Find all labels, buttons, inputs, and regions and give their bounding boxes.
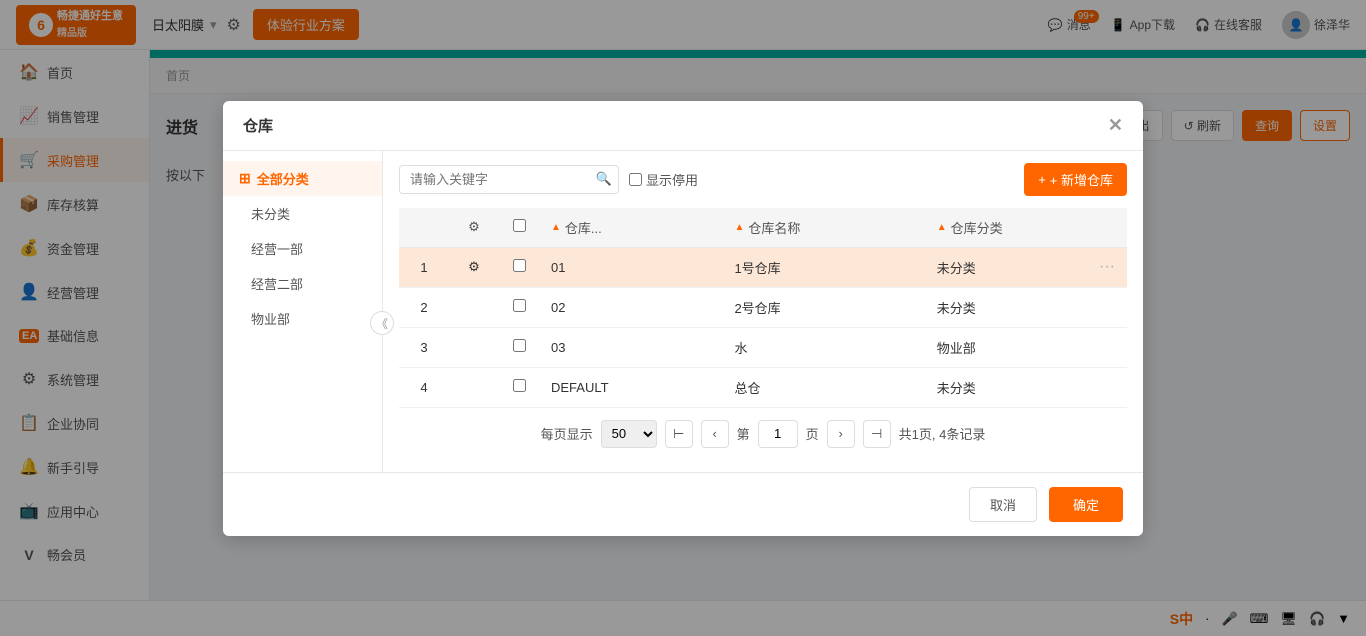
show-disabled-label: 显示停用	[646, 170, 698, 189]
search-input[interactable]	[400, 166, 618, 193]
sort-icon-code: ▲	[551, 222, 561, 233]
category-all-label: 全部分类	[257, 169, 309, 188]
col-code-header: ▲ 仓库...	[539, 208, 722, 248]
page-label: 第	[737, 424, 750, 443]
row-checkbox[interactable]	[499, 287, 539, 327]
table-body: 1 ⚙ 01 1号仓库 未分类 ··· 2	[399, 247, 1127, 407]
row-code: DEFAULT	[539, 367, 722, 407]
col-num-header	[399, 208, 449, 248]
collapse-icon: 《	[376, 315, 388, 332]
row-action-gear[interactable]	[449, 367, 499, 407]
row-code: 01	[539, 247, 722, 287]
category-item-3[interactable]: 物业部	[223, 301, 382, 336]
col-name-header: ▲ 仓库名称	[722, 208, 924, 248]
next-page-btn[interactable]: ›	[827, 420, 855, 448]
row-num: 1	[399, 247, 449, 287]
sort-icon-name: ▲	[734, 222, 744, 233]
modal-overlay: 仓库 ✕ 《 ⊞ 全部分类 未分类 经营一部 经营二部 物业部	[0, 0, 1366, 636]
table-row[interactable]: 3 03 水 物业部	[399, 327, 1127, 367]
show-disabled-wrap: 显示停用	[629, 170, 698, 189]
row-checkbox[interactable]	[499, 247, 539, 287]
dialog-header: 仓库 ✕	[223, 101, 1143, 151]
dialog-title: 仓库	[243, 115, 273, 136]
row-category: 未分类 ···	[925, 247, 1127, 287]
confirm-button[interactable]: 确定	[1049, 487, 1123, 522]
search-input-wrap: 🔍	[399, 165, 619, 194]
warehouse-table: ⚙ ▲ 仓库...	[399, 208, 1127, 408]
search-icon[interactable]: 🔍	[596, 171, 612, 187]
prev-page-btn[interactable]: ‹	[701, 420, 729, 448]
row-name: 水	[722, 327, 924, 367]
close-icon[interactable]: ✕	[1108, 115, 1123, 136]
row-name: 1号仓库	[722, 247, 924, 287]
table-row[interactable]: 2 02 2号仓库 未分类	[399, 287, 1127, 327]
page-input[interactable]	[758, 420, 798, 448]
row-code: 03	[539, 327, 722, 367]
category-item-2[interactable]: 经营二部	[223, 266, 382, 301]
category-item-1[interactable]: 经营一部	[223, 231, 382, 266]
add-warehouse-label: + 新增仓库	[1050, 170, 1113, 189]
row-action-gear[interactable]	[449, 287, 499, 327]
search-bar: 🔍 显示停用 + + 新增仓库	[399, 163, 1127, 196]
dialog-body: 《 ⊞ 全部分类 未分类 经营一部 经营二部 物业部 🔍	[223, 151, 1143, 472]
col-check-header	[499, 208, 539, 248]
row-name: 总仓	[722, 367, 924, 407]
per-page-label: 每页显示	[541, 424, 593, 443]
row-action-gear[interactable]	[449, 327, 499, 367]
grid-icon: ⊞	[239, 170, 251, 187]
row-num: 2	[399, 287, 449, 327]
plus-icon: +	[1038, 172, 1046, 187]
row-category: 未分类	[925, 367, 1127, 407]
table-row[interactable]: 1 ⚙ 01 1号仓库 未分类 ···	[399, 247, 1127, 287]
row-action-gear[interactable]: ⚙	[449, 247, 499, 287]
per-page-select[interactable]: 50 100 200	[601, 420, 657, 448]
first-page-btn[interactable]: ⊢	[665, 420, 693, 448]
row-code: 02	[539, 287, 722, 327]
row-checkbox[interactable]	[499, 327, 539, 367]
select-all-checkbox[interactable]	[513, 219, 526, 232]
page-summary: 共1页, 4条记录	[899, 424, 986, 443]
last-page-btn[interactable]: ⊣	[863, 420, 891, 448]
row-name: 2号仓库	[722, 287, 924, 327]
table-header: ⚙ ▲ 仓库...	[399, 208, 1127, 248]
row-category: 未分类	[925, 287, 1127, 327]
row-num: 3	[399, 327, 449, 367]
table-row[interactable]: 4 DEFAULT 总仓 未分类	[399, 367, 1127, 407]
category-item-0[interactable]: 未分类	[223, 196, 382, 231]
row-more-icon[interactable]: ···	[1099, 258, 1115, 276]
warehouse-dialog: 仓库 ✕ 《 ⊞ 全部分类 未分类 经营一部 经营二部 物业部	[223, 101, 1143, 536]
add-warehouse-button[interactable]: + + 新增仓库	[1024, 163, 1127, 196]
col-gear-header: ⚙	[449, 208, 499, 248]
category-all-item[interactable]: ⊞ 全部分类	[223, 161, 382, 196]
row-num: 4	[399, 367, 449, 407]
col-category-header: ▲ 仓库分类	[925, 208, 1127, 248]
show-disabled-checkbox[interactable]	[629, 173, 642, 186]
table-panel: 🔍 显示停用 + + 新增仓库	[383, 151, 1143, 472]
row-category: 物业部	[925, 327, 1127, 367]
pagination: 每页显示 50 100 200 ⊢ ‹ 第 页 › ⊣ 共1页, 4条记录	[399, 408, 1127, 460]
cancel-button[interactable]: 取消	[969, 487, 1037, 522]
category-panel: 《 ⊞ 全部分类 未分类 经营一部 经营二部 物业部	[223, 151, 383, 472]
collapse-button[interactable]: 《	[370, 311, 394, 335]
dialog-footer: 取消 确定	[223, 472, 1143, 536]
page-unit: 页	[806, 424, 819, 443]
row-checkbox[interactable]	[499, 367, 539, 407]
sort-icon-category: ▲	[937, 222, 947, 233]
